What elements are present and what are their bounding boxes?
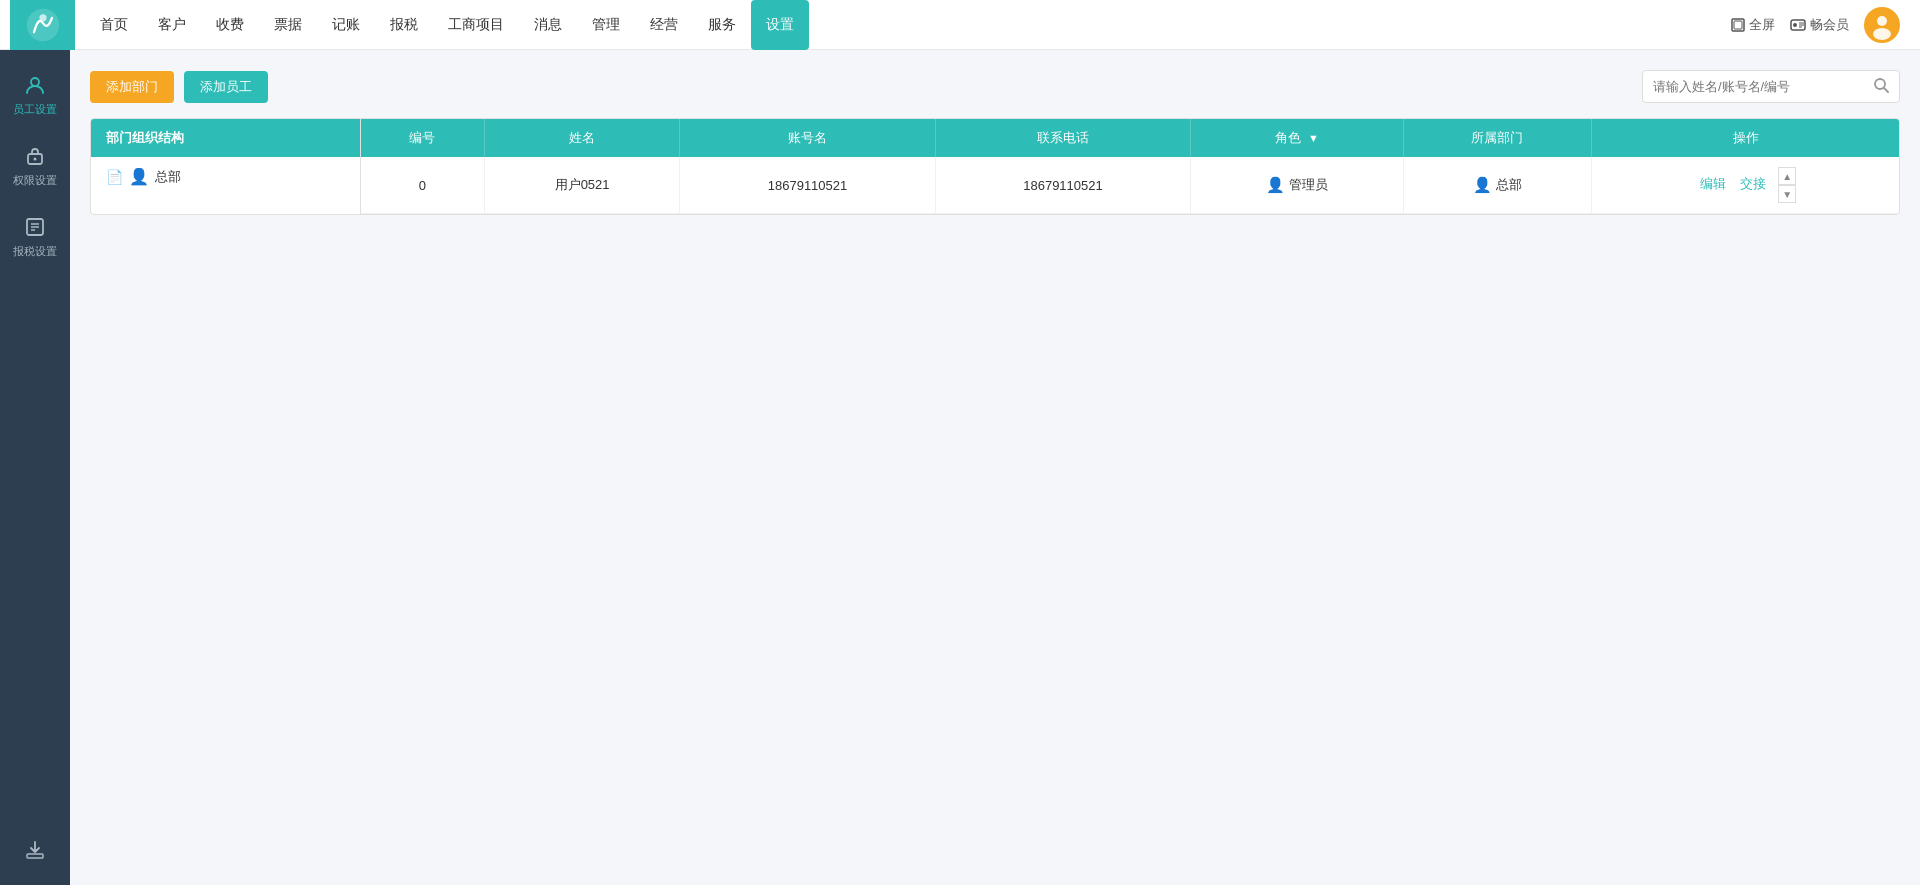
- nav-business[interactable]: 工商项目: [433, 0, 519, 50]
- sidebar-item-employee[interactable]: 员工设置: [0, 60, 70, 131]
- col-header-dept: 所属部门: [1403, 119, 1591, 157]
- sidebar-item-tax[interactable]: 报税设置: [0, 202, 70, 273]
- cell-actions: 编辑 交接 ▲ ▼: [1592, 157, 1899, 214]
- tree-item-label: 总部: [155, 168, 181, 186]
- nav-right-area: 全屏 畅会员: [1731, 7, 1900, 43]
- add-dept-button[interactable]: 添加部门: [90, 71, 174, 103]
- svg-point-14: [34, 158, 37, 161]
- sidebar-bottom: [0, 825, 70, 875]
- file-icon: 📄: [106, 169, 123, 185]
- tree-item-general[interactable]: 📄 👤 总部: [91, 157, 360, 196]
- transfer-link[interactable]: 交接: [1740, 176, 1766, 191]
- svg-point-10: [1877, 16, 1887, 26]
- main-content: 添加部门 添加员工 部门组织结构 📄 👤 总部: [70, 50, 1920, 885]
- nav-tax[interactable]: 报税: [375, 0, 433, 50]
- cell-id: 0: [361, 157, 484, 214]
- sidebar-permission-label: 权限设置: [13, 173, 57, 188]
- user-avatar[interactable]: [1864, 7, 1900, 43]
- col-header-name: 姓名: [484, 119, 679, 157]
- svg-rect-19: [27, 854, 43, 858]
- nav-bookkeeping[interactable]: 记账: [317, 0, 375, 50]
- app-logo: [10, 0, 75, 50]
- row-scroll-controls: ▲ ▼: [1778, 167, 1796, 203]
- tree-panel: 部门组织结构 📄 👤 总部: [91, 119, 361, 214]
- nav-operation[interactable]: 经营: [635, 0, 693, 50]
- role-user-icon: 👤: [1266, 176, 1285, 194]
- sidebar-employee-label: 员工设置: [13, 102, 57, 117]
- row-scroll-up[interactable]: ▲: [1778, 167, 1796, 185]
- nav-manage[interactable]: 管理: [577, 0, 635, 50]
- dept-value: 总部: [1496, 176, 1522, 194]
- nav-home[interactable]: 首页: [85, 0, 143, 50]
- nav-service[interactable]: 服务: [693, 0, 751, 50]
- row-scroll-down[interactable]: ▼: [1778, 185, 1796, 203]
- table-panel: 编号 姓名 账号名 联系电话 角色 ▼ 所属部门 操作: [361, 119, 1899, 214]
- svg-point-12: [31, 78, 39, 86]
- top-nav: 首页 客户 收费 票据 记账 报税 工商项目 消息 管理 经营 服务 设置 全屏: [0, 0, 1920, 50]
- cell-name: 用户0521: [484, 157, 679, 214]
- svg-point-1: [39, 14, 46, 21]
- nav-settings[interactable]: 设置: [751, 0, 809, 50]
- toolbar: 添加部门 添加员工: [90, 70, 1900, 103]
- nav-message[interactable]: 消息: [519, 0, 577, 50]
- sidebar-item-permission[interactable]: 权限设置: [0, 131, 70, 202]
- sidebar-download[interactable]: [0, 825, 70, 875]
- nav-fee[interactable]: 收费: [201, 0, 259, 50]
- app-layout: 员工设置 权限设置 报税设置: [0, 50, 1920, 885]
- svg-rect-3: [1734, 21, 1742, 29]
- col-header-role[interactable]: 角色 ▼: [1191, 119, 1404, 157]
- employee-table: 编号 姓名 账号名 联系电话 角色 ▼ 所属部门 操作: [361, 119, 1899, 214]
- col-header-account: 账号名: [680, 119, 935, 157]
- cell-account: 18679110521: [680, 157, 935, 214]
- tree-header: 部门组织结构: [91, 119, 360, 157]
- dept-user-icon: 👤: [1473, 176, 1492, 194]
- user-group-icon: 👤: [129, 167, 149, 186]
- content-panel: 部门组织结构 📄 👤 总部 编号 姓名 账号名 联系电话: [90, 118, 1900, 215]
- cell-dept: 👤 总部: [1403, 157, 1591, 214]
- member-button[interactable]: 畅会员: [1790, 16, 1849, 34]
- sidebar: 员工设置 权限设置 报税设置: [0, 50, 70, 885]
- search-box: [1642, 70, 1900, 103]
- fullscreen-label: 全屏: [1749, 16, 1775, 34]
- role-filter-icon[interactable]: ▼: [1308, 132, 1319, 144]
- nav-invoice[interactable]: 票据: [259, 0, 317, 50]
- svg-point-5: [1793, 23, 1797, 27]
- cell-role: 👤 管理员: [1191, 157, 1404, 214]
- table-row: 0 用户0521 18679110521 18679110521 👤 管理员: [361, 157, 1899, 214]
- search-input[interactable]: [1643, 73, 1863, 100]
- add-employee-button[interactable]: 添加员工: [184, 71, 268, 103]
- sidebar-tax-label: 报税设置: [13, 244, 57, 259]
- member-label: 畅会员: [1810, 16, 1849, 34]
- svg-line-21: [1884, 88, 1888, 92]
- col-header-phone: 联系电话: [935, 119, 1190, 157]
- edit-link[interactable]: 编辑: [1700, 176, 1726, 191]
- svg-point-11: [1873, 28, 1891, 40]
- nav-customer[interactable]: 客户: [143, 0, 201, 50]
- fullscreen-button[interactable]: 全屏: [1731, 16, 1775, 34]
- search-button[interactable]: [1863, 71, 1899, 102]
- col-header-id: 编号: [361, 119, 484, 157]
- role-value: 管理员: [1289, 176, 1328, 194]
- col-header-action: 操作: [1592, 119, 1899, 157]
- nav-menus: 首页 客户 收费 票据 记账 报税 工商项目 消息 管理 经营 服务 设置: [85, 0, 1731, 50]
- cell-phone: 18679110521: [935, 157, 1190, 214]
